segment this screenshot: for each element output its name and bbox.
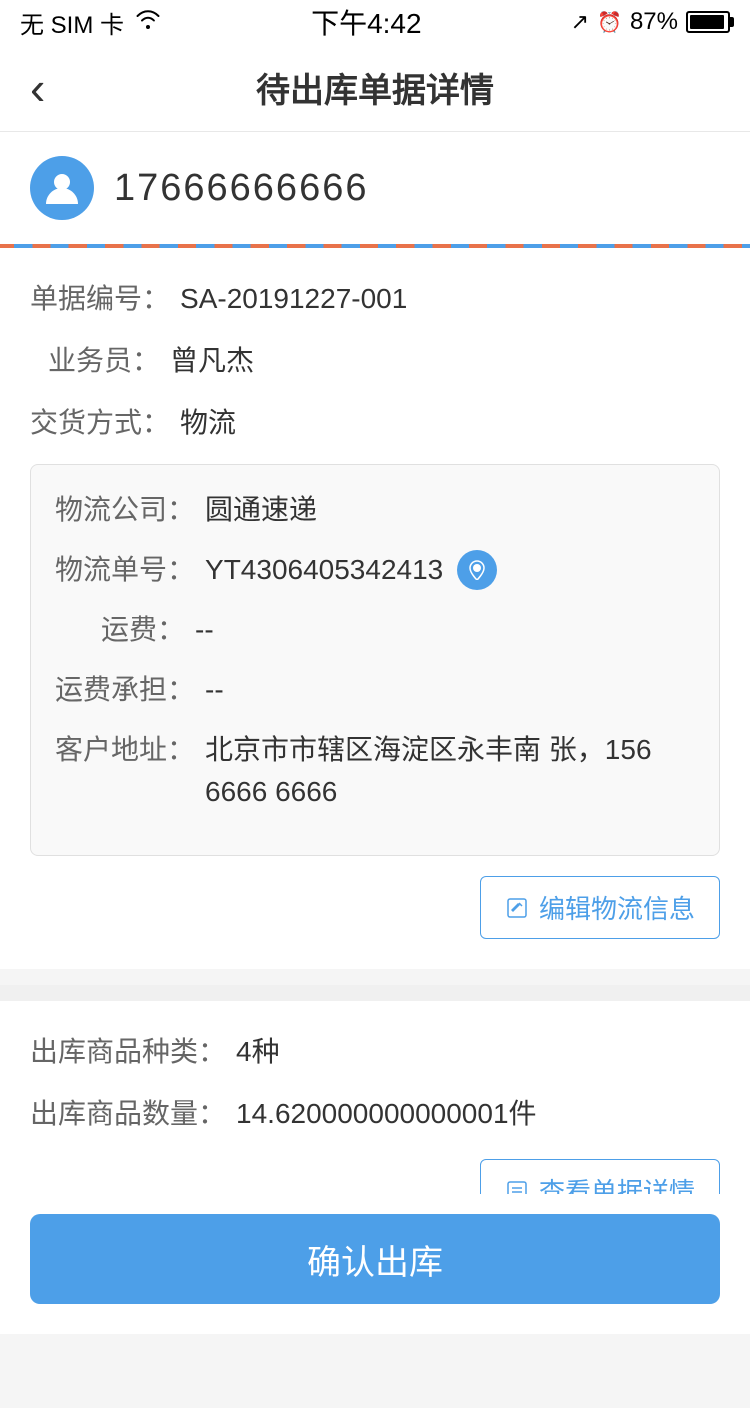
person-icon: [42, 168, 82, 208]
status-time: 下午4:42: [311, 2, 422, 42]
location-status-icon: ↗: [571, 9, 589, 35]
alarm-icon: ⏰: [597, 10, 622, 35]
salesman-row: 业务员： 曾凡杰: [30, 340, 720, 382]
nav-bar: ‹ 待出库单据详情: [0, 44, 750, 132]
doc-number-label: 单据编号：: [30, 278, 180, 320]
company-row: 物流公司： 圆通速递: [55, 489, 695, 531]
company-value: 圆通速递: [205, 489, 695, 531]
delivery-label: 交货方式：: [30, 402, 180, 444]
confirm-outbound-button[interactable]: 确认出库: [30, 1214, 720, 1304]
back-button[interactable]: ‹: [30, 61, 45, 115]
freight-bearer-value: --: [205, 669, 695, 711]
edit-icon: [505, 896, 529, 920]
edit-logistics-container: 编辑物流信息: [30, 876, 720, 939]
freight-bearer-label: 运费承担：: [55, 669, 205, 711]
status-bar: 无 SIM 卡 下午4:42 ↗ ⏰ 87%: [0, 0, 750, 44]
edit-logistics-button[interactable]: 编辑物流信息: [480, 876, 720, 939]
delivery-row: 交货方式： 物流: [30, 402, 720, 444]
wifi-icon: [134, 8, 162, 37]
edit-logistics-label: 编辑物流信息: [539, 889, 695, 926]
section-separator: [0, 985, 750, 1001]
tracking-label: 物流单号：: [55, 549, 205, 591]
basic-info-section: 单据编号： SA-20191227-001 业务员： 曾凡杰 交货方式： 物流 …: [0, 248, 750, 969]
tracking-value-container: YT43064053424​13: [205, 549, 695, 591]
doc-number-value: SA-20191227-001: [180, 278, 720, 320]
map-location-icon[interactable]: [457, 550, 497, 590]
salesman-label: 业务员：: [30, 340, 170, 382]
status-left: 无 SIM 卡: [20, 5, 162, 40]
freight-value: --: [195, 609, 695, 651]
goods-type-label: 出库商品种类：: [30, 1031, 236, 1073]
company-label: 物流公司：: [55, 489, 205, 531]
freight-label: 运费：: [55, 609, 195, 651]
goods-type-row: 出库商品种类： 4种: [30, 1031, 720, 1073]
salesman-value: 曾凡杰: [170, 340, 720, 382]
bottom-bar: 确认出库: [0, 1194, 750, 1334]
confirm-outbound-label: 确认出库: [307, 1235, 443, 1284]
logistics-card: 物流公司： 圆通速递 物流单号： YT43064053424​13 运费：: [30, 464, 720, 856]
doc-number-row: 单据编号： SA-20191227-001: [30, 278, 720, 320]
avatar: [30, 156, 94, 220]
user-card: 17666666666: [0, 132, 750, 248]
tracking-row: 物流单号： YT43064053424​13: [55, 549, 695, 591]
carrier-text: 无 SIM 卡: [20, 5, 124, 40]
goods-type-value: 4种: [236, 1031, 720, 1073]
status-right: ↗ ⏰ 87%: [571, 8, 730, 36]
freight-row: 运费： --: [55, 609, 695, 651]
address-label: 客户地址：: [55, 729, 205, 771]
address-value: 北京市市辖区海淀区永丰南 张，156 6666 6666: [205, 729, 695, 813]
goods-quantity-label: 出库商品数量：: [30, 1093, 236, 1135]
battery-icon: [686, 11, 730, 33]
goods-quantity-row: 出库商品数量： 14.620000000000001件: [30, 1093, 720, 1135]
tracking-value: YT43064053424​13: [205, 549, 443, 591]
page-title: 待出库单据详情: [256, 63, 494, 112]
battery-text: 87%: [630, 8, 678, 36]
goods-quantity-value: 14.620000000000001件: [236, 1093, 720, 1135]
freight-bearer-row: 运费承担： --: [55, 669, 695, 711]
delivery-value: 物流: [180, 402, 720, 444]
address-row: 客户地址： 北京市市辖区海淀区永丰南 张，156 6666 6666: [55, 729, 695, 813]
user-phone: 17666666666: [114, 167, 368, 210]
